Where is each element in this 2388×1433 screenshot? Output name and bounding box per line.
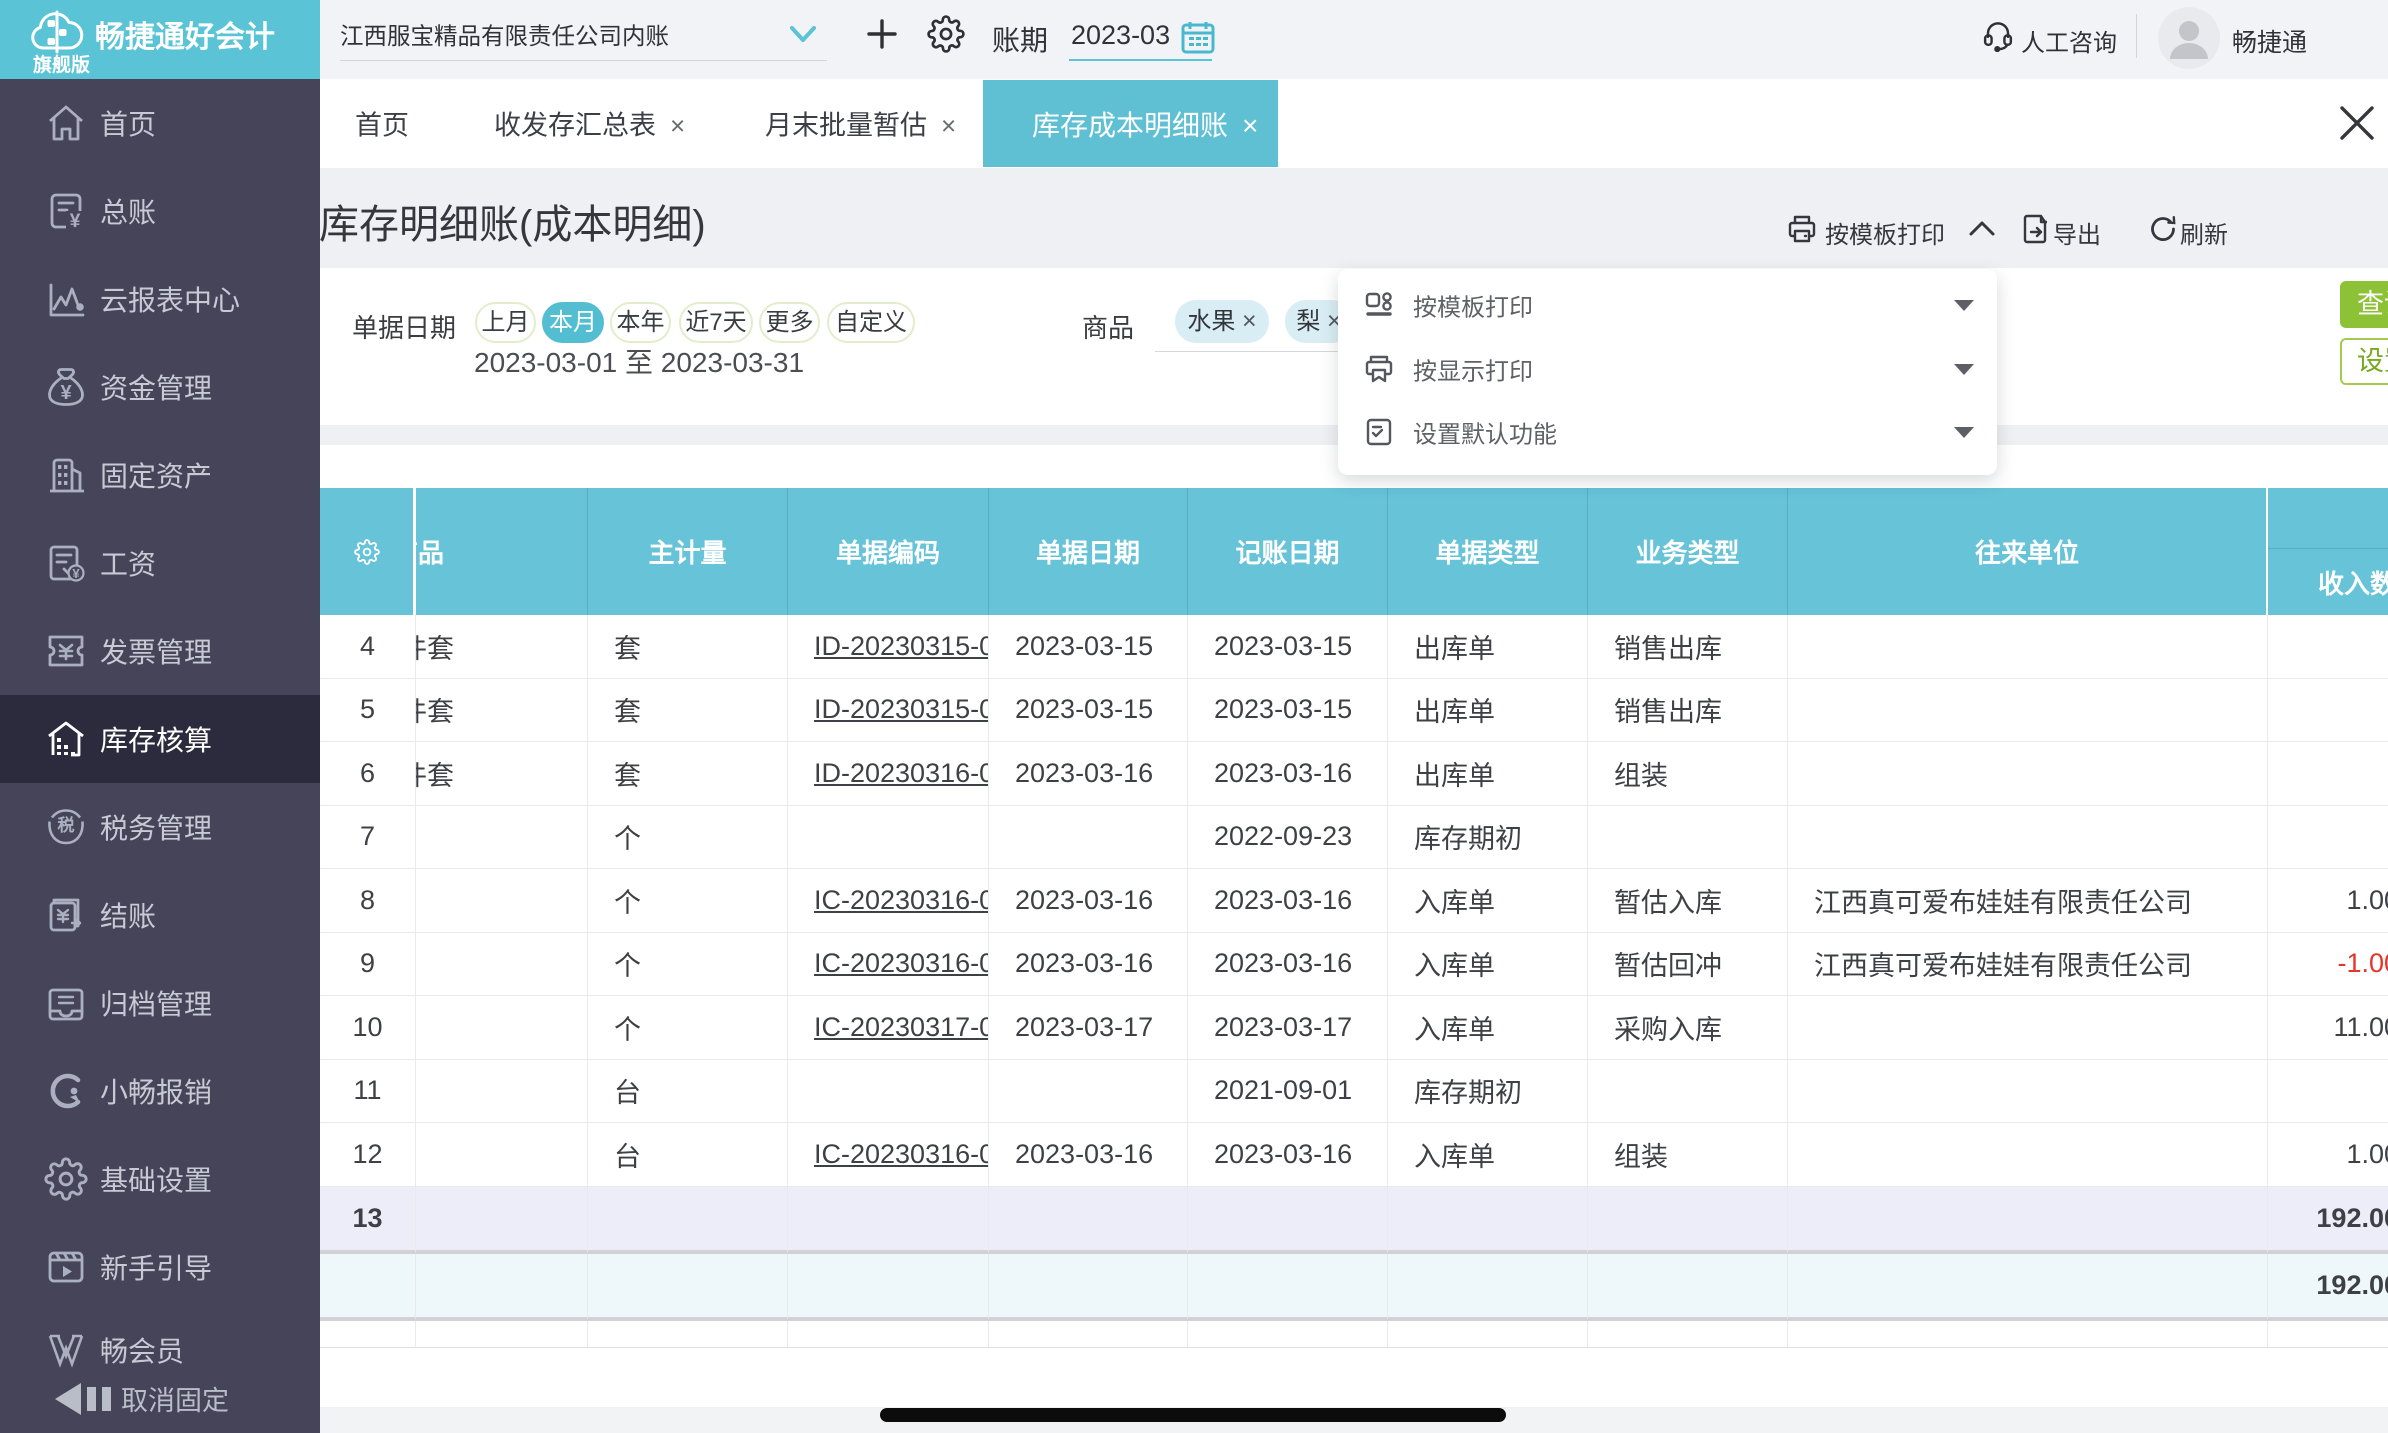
svg-text:税: 税 (58, 815, 75, 835)
svg-text:¥: ¥ (70, 211, 81, 232)
svg-text:¥: ¥ (72, 566, 80, 581)
svg-text:¥: ¥ (60, 382, 72, 404)
